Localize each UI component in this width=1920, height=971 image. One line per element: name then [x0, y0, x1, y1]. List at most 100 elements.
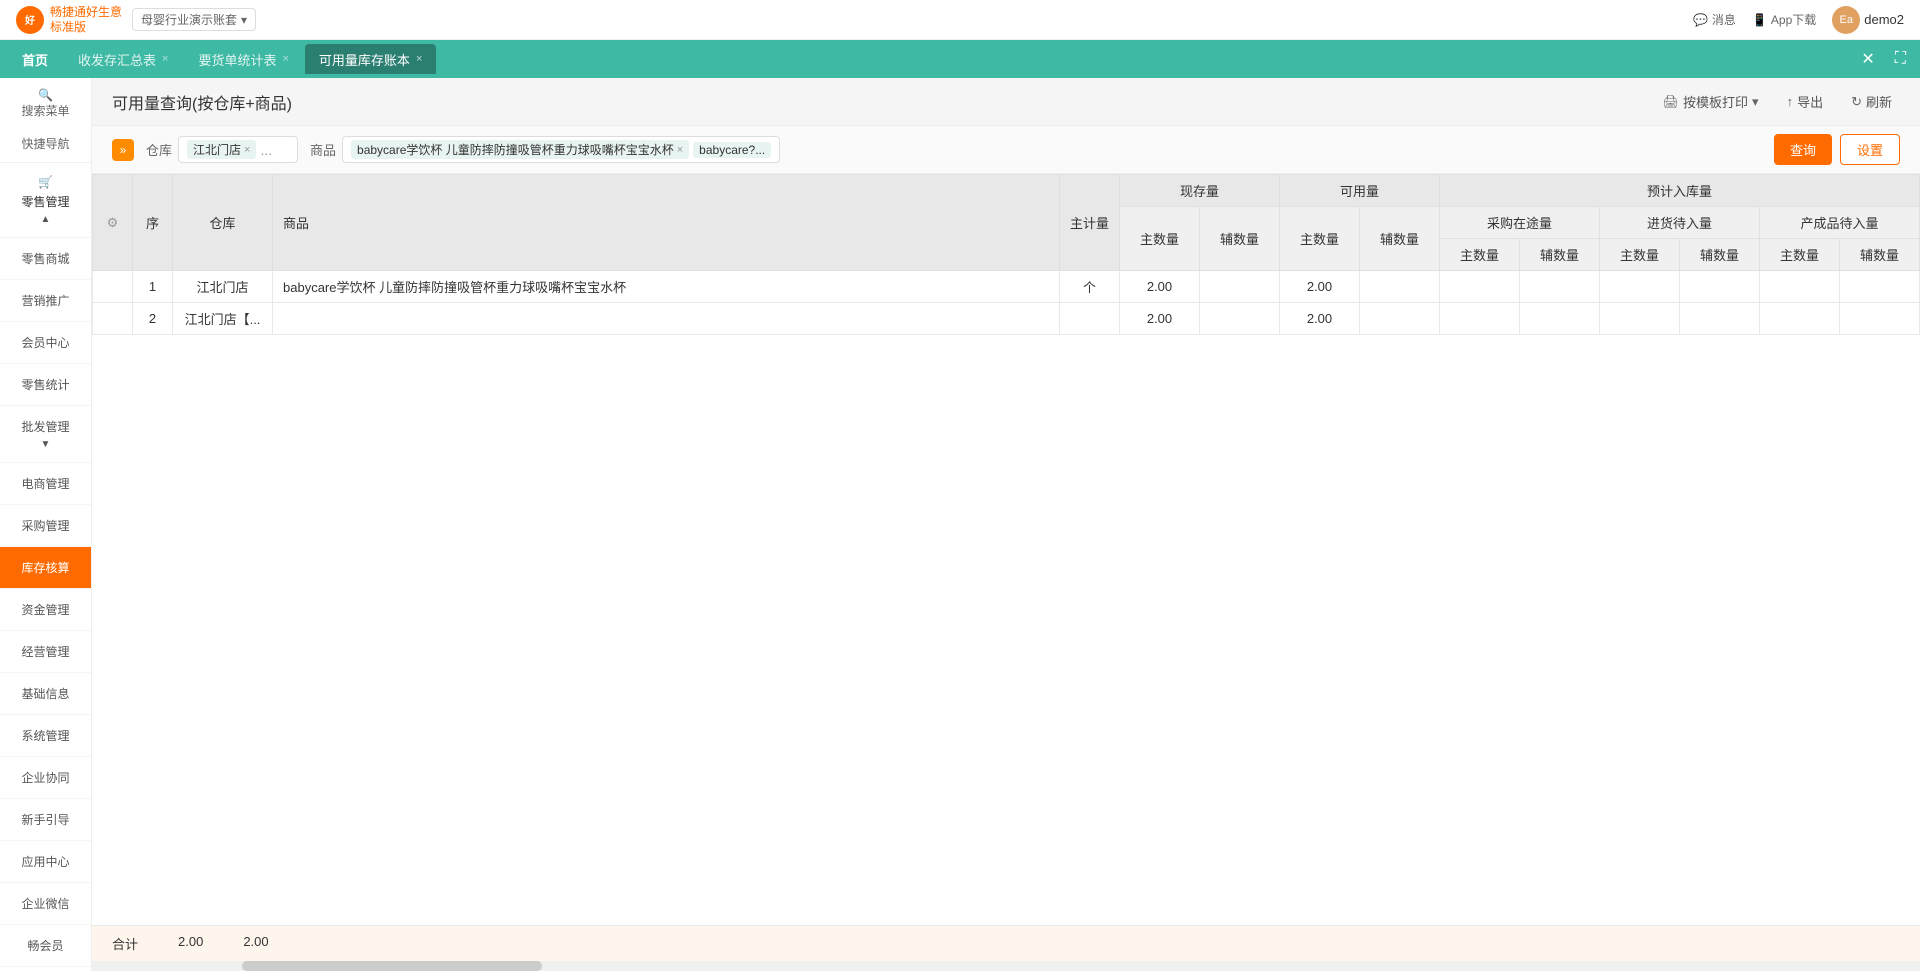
message-icon: 💬 [1693, 13, 1708, 27]
row2-unit [1059, 303, 1119, 335]
gear-icon[interactable]: ⚙ [107, 215, 119, 230]
tab-close-receive[interactable]: × [162, 53, 168, 65]
page-header-actions: 🖨 按模板打印 ▾ ↑ 导出 ↻ 刷新 [1655, 88, 1901, 115]
col-stock-sub-header: 辅数量 [1200, 207, 1280, 271]
row1-incoming-main [1600, 271, 1680, 303]
sidebar-item-retail[interactable]: 🛒 零售管理 ▲ [0, 163, 91, 238]
row1-purchase-main [1440, 271, 1520, 303]
industry-selector[interactable]: 母婴行业演示账套 ▾ [132, 8, 256, 31]
refresh-btn[interactable]: ↻ 刷新 [1843, 88, 1900, 115]
sidebar-item-newbie[interactable]: 新手引导 [0, 799, 91, 841]
nav-tabs-right: ✕ ⛶ [1855, 47, 1912, 71]
warehouse-tag-remove[interactable]: × [244, 144, 250, 156]
settings-button[interactable]: 设置 [1840, 134, 1900, 165]
sidebar-item-system[interactable]: 系统管理 [0, 715, 91, 757]
sidebar-item-enterprise-wx[interactable]: 企业微信 [0, 883, 91, 925]
content-area: 可用量查询(按仓库+商品) 🖨 按模板打印 ▾ ↑ 导出 ↻ 刷新 » [92, 78, 1920, 971]
retail-icon: 🛒 [38, 175, 53, 189]
row2-settings [93, 303, 133, 335]
col-settings-header: ⚙ [93, 175, 133, 271]
tab-home[interactable]: 首页 [8, 44, 62, 74]
col-warehouse-header: 仓库 [173, 175, 273, 271]
sidebar-item-ecommerce[interactable]: 电商管理 [0, 463, 91, 505]
row1-unit: 个 [1059, 271, 1119, 303]
sidebar-item-basic[interactable]: 基础信息 [0, 673, 91, 715]
sidebar-item-app-center[interactable]: 应用中心 [0, 841, 91, 883]
sidebar-item-retail-stats[interactable]: 零售统计 [0, 364, 91, 406]
sidebar-item-wholesale[interactable]: 批发管理 ▼ [0, 406, 91, 463]
row2-available-main: 2.00 [1280, 303, 1360, 335]
sidebar-item-finance[interactable]: 资金管理 [0, 589, 91, 631]
row2-product [273, 303, 1060, 335]
warehouse-input[interactable]: 江北门店 × ... [178, 136, 298, 163]
col-product-header: 商品 [273, 175, 1060, 271]
tab-inventory[interactable]: 可用量库存账本 × [305, 44, 436, 74]
sidebar-search[interactable]: 🔍 搜索菜单 [0, 78, 91, 129]
col-unit-header: 主计量 [1059, 175, 1119, 271]
page-title: 可用量查询(按仓库+商品) [112, 90, 292, 114]
sidebar-item-operations[interactable]: 经营管理 [0, 631, 91, 673]
product-tag1: babycare学饮杯 儿童防摔防撞吸管杯重力球吸嘴杯宝宝水杯 × [351, 140, 689, 159]
col-available-sub-header: 辅数量 [1360, 207, 1440, 271]
col-production-group-header: 产成品待入量 [1760, 207, 1920, 239]
tab-close-inventory[interactable]: × [416, 53, 422, 65]
export-btn[interactable]: ↑ 导出 [1779, 88, 1832, 115]
product-tag1-remove[interactable]: × [677, 144, 683, 156]
row1-no: 1 [133, 271, 173, 303]
table-row: 1 江北门店 babycare学饮杯 儿童防摔防撞吸管杯重力球吸嘴杯宝宝水杯 个… [93, 271, 1920, 303]
sidebar-item-retail-store[interactable]: 零售商城 [0, 238, 91, 280]
sidebar-item-inventory[interactable]: 库存核算 [0, 547, 91, 589]
row1-stock-sub [1200, 271, 1280, 303]
chevron-down-icon: ▼ [41, 439, 51, 450]
row2-warehouse: 江北门店【... [173, 303, 273, 335]
scrollbar-thumb[interactable] [242, 961, 542, 971]
row2-incoming-main [1600, 303, 1680, 335]
nav-expand-btn[interactable]: ⛶ [1889, 48, 1912, 70]
tab-receive[interactable]: 收发存汇总表 × [64, 44, 182, 74]
user-name: demo2 [1864, 12, 1904, 27]
chevron-down-icon: ▾ [241, 13, 247, 27]
product-input[interactable]: babycare学饮杯 儿童防摔防撞吸管杯重力球吸嘴杯宝宝水杯 × babyca… [342, 136, 780, 163]
row1-incoming-sub [1680, 271, 1760, 303]
top-bar-right: 💬 消息 📱 App下载 Ea demo2 [1693, 6, 1904, 34]
product-label: 商品 [310, 140, 336, 159]
filter-row: » 仓库 江北门店 × ... 商品 babycare学饮杯 儿童防摔防撞吸管杯… [92, 126, 1920, 174]
sidebar-item-enterprise[interactable]: 企业协同 [0, 757, 91, 799]
message-btn[interactable]: 💬 消息 [1693, 11, 1736, 28]
row2-available-sub [1360, 303, 1440, 335]
row2-production-main [1760, 303, 1840, 335]
horizontal-scrollbar[interactable] [92, 961, 1920, 971]
logo-text: 畅捷通好生意 标准版 [50, 5, 122, 34]
row2-purchase-main [1440, 303, 1520, 335]
nav-close-all-btn[interactable]: ✕ [1855, 47, 1880, 71]
chevron-down-icon-print: ▾ [1752, 94, 1759, 110]
col-incoming-main-header: 主数量 [1600, 239, 1680, 271]
tab-close-order[interactable]: × [282, 53, 288, 65]
sidebar-item-purchase[interactable]: 采购管理 [0, 505, 91, 547]
row1-product: babycare学饮杯 儿童防摔防撞吸管杯重力球吸嘴杯宝宝水杯 [273, 271, 1060, 303]
sidebar-item-member[interactable]: 会员中心 [0, 322, 91, 364]
summary-label: 合计 [112, 934, 138, 953]
chevron-icon: ▲ [41, 214, 51, 225]
sidebar-item-vip[interactable]: 畅会员 [0, 925, 91, 967]
print-btn[interactable]: 🖨 按模板打印 ▾ [1655, 88, 1767, 115]
row1-settings [93, 271, 133, 303]
filter-expand-btn[interactable]: » [112, 139, 134, 161]
table-row: 2 江北门店【... 2.00 2.00 [93, 303, 1920, 335]
top-bar: 好 畅捷通好生意 标准版 母婴行业演示账套 ▾ 💬 消息 📱 App下载 Ea … [0, 0, 1920, 40]
row1-stock-main: 2.00 [1120, 271, 1200, 303]
query-button[interactable]: 查询 [1774, 134, 1832, 165]
col-no-header: 序 [133, 175, 173, 271]
sidebar-item-marketing[interactable]: 营销推广 [0, 280, 91, 322]
col-production-main-header: 主数量 [1760, 239, 1840, 271]
main-layout: 🔍 搜索菜单 快捷导航 🛒 零售管理 ▲ 零售商城 营销推广 会员中心 零售统计… [0, 78, 1920, 971]
row2-purchase-sub [1520, 303, 1600, 335]
filter-actions: 查询 设置 [1774, 134, 1900, 165]
tab-order[interactable]: 要货单统计表 × [184, 44, 302, 74]
sidebar-quick-nav[interactable]: 快捷导航 [0, 129, 91, 163]
warehouse-more-btn[interactable]: ... [260, 142, 272, 158]
filter-warehouse-group: 仓库 江北门店 × ... [146, 136, 298, 163]
app-download-btn[interactable]: 📱 App下载 [1752, 11, 1816, 28]
user-area[interactable]: Ea demo2 [1832, 6, 1904, 34]
col-forecast-group-header: 预计入库量 [1440, 175, 1920, 207]
